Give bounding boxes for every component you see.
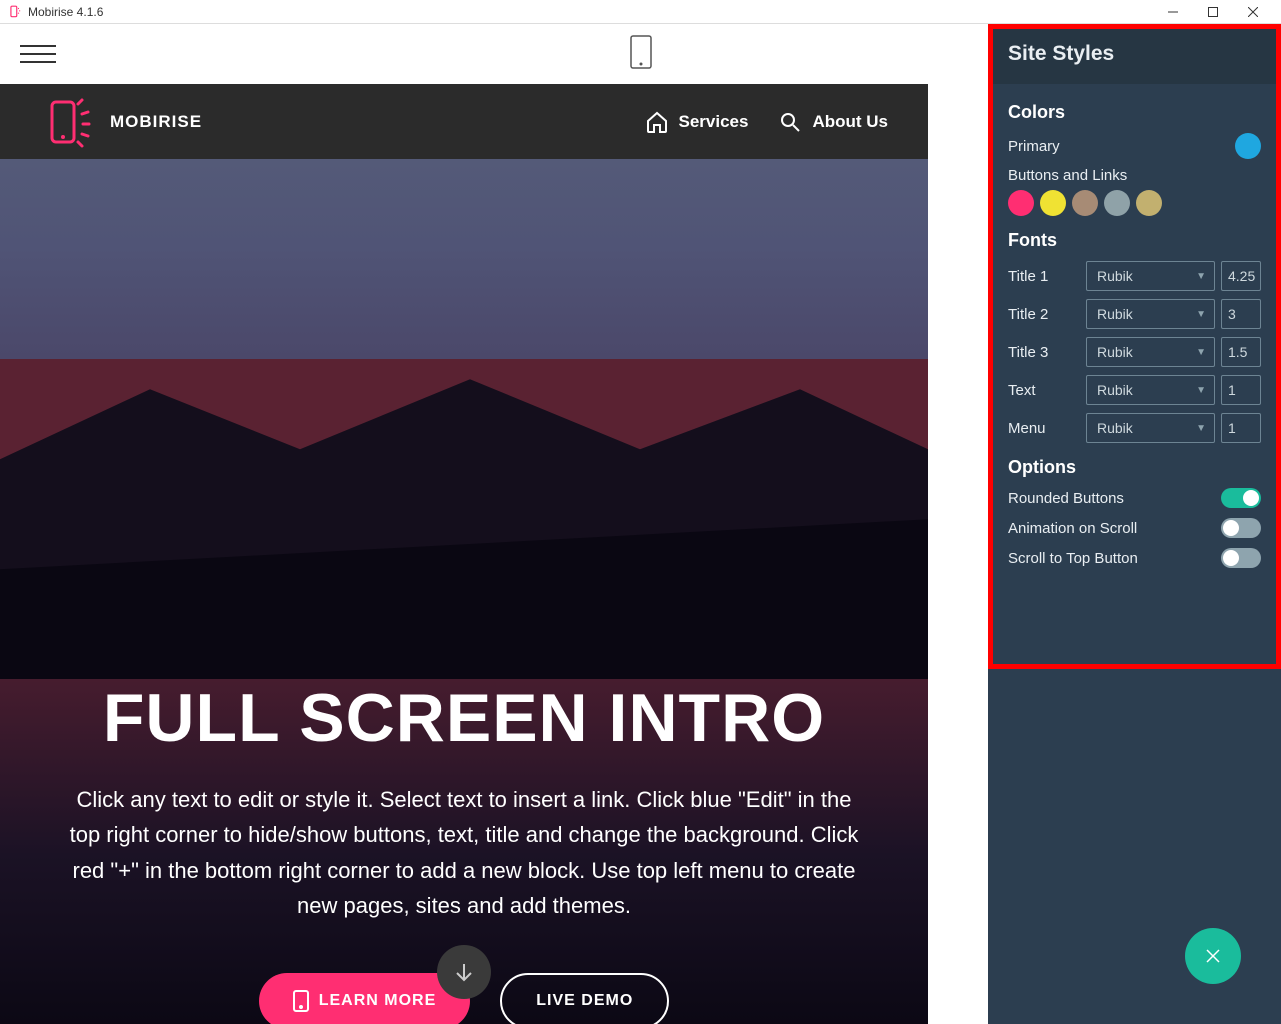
color-swatch-yellow[interactable] xyxy=(1040,190,1066,216)
chevron-down-icon: ▼ xyxy=(1196,309,1206,320)
chevron-down-icon: ▼ xyxy=(1196,423,1206,434)
font-label: Title 2 xyxy=(1008,306,1080,323)
font-row: Menu Rubik▼1 xyxy=(1008,413,1261,443)
font-family-select[interactable]: Rubik▼ xyxy=(1086,375,1215,405)
font-label: Text xyxy=(1008,382,1080,399)
mountain-background xyxy=(0,359,928,679)
window-title: Mobirise 4.1.6 xyxy=(28,5,103,19)
site-canvas: MOBIRISE Services About Us FULL SCREEN I… xyxy=(0,84,928,1024)
panel-title: Site Styles xyxy=(988,24,1281,84)
mobile-preview-button[interactable] xyxy=(630,35,652,74)
option-row: Animation on Scroll xyxy=(1008,518,1261,538)
font-size-input[interactable]: 3 xyxy=(1221,299,1261,329)
color-swatch-pink[interactable] xyxy=(1008,190,1034,216)
option-label: Scroll to Top Button xyxy=(1008,550,1138,567)
font-row: Title 3 Rubik▼1.5 xyxy=(1008,337,1261,367)
font-row: Title 2 Rubik▼3 xyxy=(1008,299,1261,329)
nav-link-services[interactable]: Services xyxy=(645,110,749,134)
brand-name: MOBIRISE xyxy=(110,112,202,132)
nav-link-about[interactable]: About Us xyxy=(778,110,888,134)
scroll-down-button[interactable] xyxy=(437,945,491,999)
minimize-button[interactable] xyxy=(1153,0,1193,24)
font-label: Menu xyxy=(1008,420,1080,437)
font-row: Title 1 Rubik▼4.25 xyxy=(1008,261,1261,291)
close-panel-fab[interactable] xyxy=(1185,928,1241,984)
close-button[interactable] xyxy=(1233,0,1273,24)
option-row: Rounded Buttons xyxy=(1008,488,1261,508)
app-icon xyxy=(8,5,22,19)
live-demo-button[interactable]: LIVE DEMO xyxy=(500,973,669,1024)
font-size-input[interactable]: 4.25 xyxy=(1221,261,1261,291)
maximize-button[interactable] xyxy=(1193,0,1233,24)
font-family-select[interactable]: Rubik▼ xyxy=(1086,299,1215,329)
home-icon xyxy=(645,110,669,134)
brand-logo[interactable]: MOBIRISE xyxy=(40,94,202,150)
hero-text[interactable]: Click any text to edit or style it. Sele… xyxy=(54,782,874,923)
font-label: Title 1 xyxy=(1008,268,1080,285)
primary-color-swatch[interactable] xyxy=(1235,133,1261,159)
font-row: Text Rubik▼1 xyxy=(1008,375,1261,405)
nav-link-label: About Us xyxy=(812,112,888,132)
close-icon xyxy=(1203,946,1223,966)
option-toggle[interactable] xyxy=(1221,488,1261,508)
buttons-links-label: Buttons and Links xyxy=(1008,167,1261,184)
chevron-down-icon: ▼ xyxy=(1196,385,1206,396)
font-size-input[interactable]: 1 xyxy=(1221,375,1261,405)
font-family-select[interactable]: Rubik▼ xyxy=(1086,261,1215,291)
font-size-input[interactable]: 1 xyxy=(1221,413,1261,443)
hero-block: FULL SCREEN INTRO Click any text to edit… xyxy=(0,159,928,1024)
primary-color-label: Primary xyxy=(1008,138,1060,155)
nav-link-label: Services xyxy=(679,112,749,132)
font-family-select[interactable]: Rubik▼ xyxy=(1086,337,1215,367)
color-swatch-brown[interactable] xyxy=(1072,190,1098,216)
site-styles-panel: Site Styles Colors Primary Buttons and L… xyxy=(988,24,1281,1024)
hamburger-menu-button[interactable] xyxy=(20,34,60,74)
chevron-down-icon: ▼ xyxy=(1196,271,1206,282)
font-family-select[interactable]: Rubik▼ xyxy=(1086,413,1215,443)
fonts-section-title: Fonts xyxy=(1008,230,1261,251)
option-toggle[interactable] xyxy=(1221,548,1261,568)
font-label: Title 3 xyxy=(1008,344,1080,361)
button-label: LIVE DEMO xyxy=(536,992,633,1010)
mobile-icon xyxy=(293,990,309,1012)
option-label: Rounded Buttons xyxy=(1008,490,1124,507)
option-row: Scroll to Top Button xyxy=(1008,548,1261,568)
color-swatch-gray[interactable] xyxy=(1104,190,1130,216)
window-titlebar: Mobirise 4.1.6 xyxy=(0,0,1281,24)
phone-sun-icon xyxy=(40,94,96,150)
swatch-row xyxy=(1008,190,1261,216)
arrow-down-icon xyxy=(452,960,476,984)
font-size-input[interactable]: 1.5 xyxy=(1221,337,1261,367)
option-label: Animation on Scroll xyxy=(1008,520,1137,537)
colors-section-title: Colors xyxy=(1008,102,1261,123)
search-icon xyxy=(778,110,802,134)
color-swatch-olive[interactable] xyxy=(1136,190,1162,216)
option-toggle[interactable] xyxy=(1221,518,1261,538)
site-navbar: MOBIRISE Services About Us xyxy=(0,84,928,159)
hero-title[interactable]: FULL SCREEN INTRO xyxy=(103,679,825,757)
button-label: LEARN MORE xyxy=(319,992,437,1010)
chevron-down-icon: ▼ xyxy=(1196,347,1206,358)
options-section-title: Options xyxy=(1008,457,1261,478)
